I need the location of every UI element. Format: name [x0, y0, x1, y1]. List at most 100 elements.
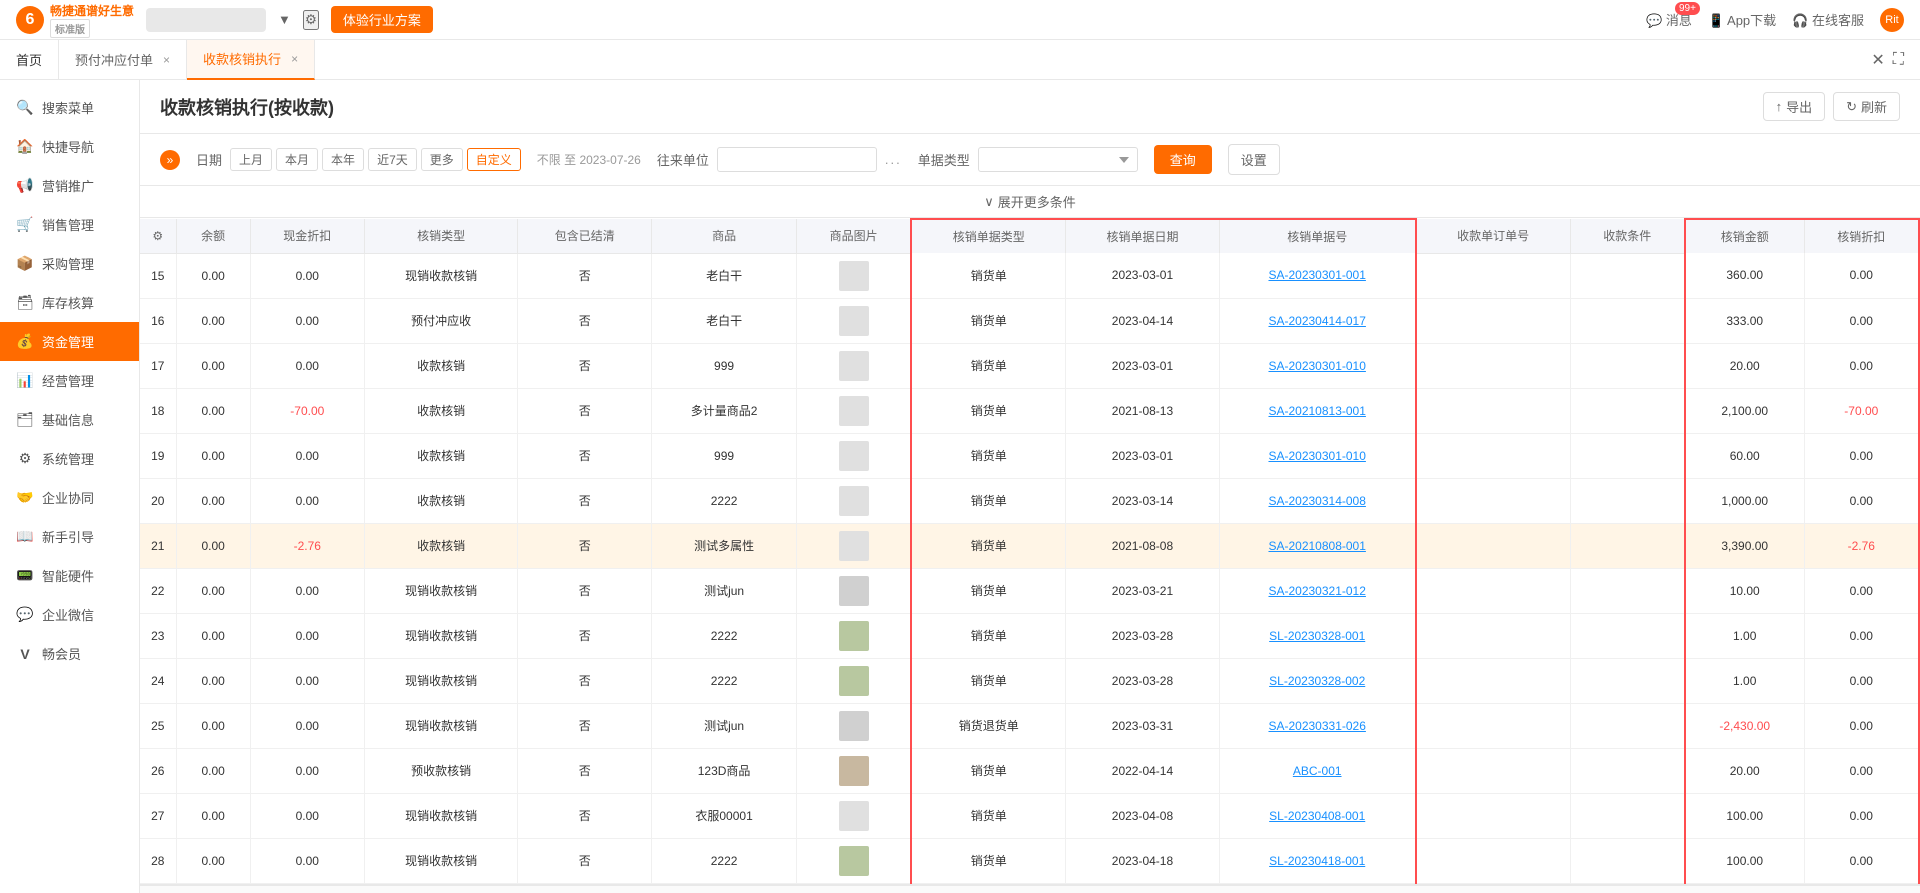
tab-prepay[interactable]: 预付冲应付单 ×	[59, 40, 187, 80]
finance-icon: 💰	[16, 333, 34, 350]
expand-conditions-btn[interactable]: ∨ 展开更多条件	[984, 192, 1076, 211]
bill-no-link[interactable]: SA-20230331-026	[1268, 719, 1365, 733]
cell-verify-bill-no[interactable]: SA-20230301-010	[1219, 343, 1415, 388]
bill-no-link[interactable]: SA-20230301-001	[1268, 268, 1365, 282]
this-year-btn[interactable]: 本年	[322, 148, 364, 171]
bill-no-link[interactable]: SA-20230321-012	[1268, 584, 1365, 598]
this-month-btn[interactable]: 本月	[276, 148, 318, 171]
bill-no-link[interactable]: SL-20230418-001	[1269, 854, 1365, 868]
cell-verify-bill-no[interactable]: SL-20230418-001	[1219, 838, 1415, 883]
bill-no-link[interactable]: SA-20230414-017	[1268, 314, 1365, 328]
sidebar-item-guide[interactable]: 📖 新手引导	[0, 517, 139, 556]
cell-verify-bill-no[interactable]: SA-20230301-001	[1219, 253, 1415, 298]
sidebar-item-purchase[interactable]: 📦 采购管理	[0, 244, 139, 283]
cell-verify-bill-no[interactable]: SA-20230414-017	[1219, 298, 1415, 343]
sidebar-item-inventory[interactable]: 🗃 库存核算	[0, 283, 139, 322]
wechat-icon: 💬	[16, 606, 34, 623]
counterpart-input[interactable]	[717, 147, 877, 172]
cell-goods-img	[796, 703, 911, 748]
bill-no-link[interactable]: SA-20230301-010	[1268, 449, 1365, 463]
table-row: 230.000.00现销收款核销否2222销货单2023-03-28SL-202…	[140, 613, 1919, 658]
cell-verify-type: 现销收款核销	[364, 703, 518, 748]
th-balance: 余额	[176, 219, 250, 253]
bill-no-link[interactable]: SA-20230301-010	[1268, 359, 1365, 373]
tab-prepay-close[interactable]: ×	[163, 53, 170, 67]
cell-verify-bill-no[interactable]: SA-20210813-001	[1219, 388, 1415, 433]
refresh-btn[interactable]: ↻ 刷新	[1833, 92, 1900, 121]
sidebar-item-finance[interactable]: 💰 资金管理	[0, 322, 139, 361]
sidebar-item-system[interactable]: ⚙ 系统管理	[0, 439, 139, 478]
export-btn[interactable]: ↑ 导出	[1763, 92, 1826, 121]
cell-verify-bill-no[interactable]: SA-20230321-012	[1219, 568, 1415, 613]
cell-verify-bill-no[interactable]: SL-20230328-002	[1219, 658, 1415, 703]
th-settings[interactable]: ⚙	[140, 219, 176, 253]
counterpart-more-icon[interactable]: ...	[885, 152, 902, 167]
sidebar-item-hardware[interactable]: 📟 智能硬件	[0, 556, 139, 595]
maximize-tab-btn[interactable]: ⛶	[1893, 51, 1904, 69]
search-btn[interactable]: 查询	[1154, 145, 1212, 174]
cell-verify-bill-type: 销货单	[911, 793, 1065, 838]
sidebar-item-quick[interactable]: 🏠 快捷导航	[0, 127, 139, 166]
cell-verify-bill-no[interactable]: SL-20230328-001	[1219, 613, 1415, 658]
voucher-type-label: 单据类型	[918, 150, 970, 169]
app-download-btn[interactable]: 📱 App下载	[1708, 10, 1776, 29]
dropdown-arrow[interactable]: ▼	[278, 12, 291, 27]
cell-verify-bill-no[interactable]: ABC-001	[1219, 748, 1415, 793]
cell-verify-bill-no[interactable]: SL-20230408-001	[1219, 793, 1415, 838]
table-container[interactable]: ⚙ 余额 现金折扣 核销类型 包含已结清 商品 商品图片 核销单据类型 核销单据…	[140, 218, 1920, 893]
sidebar-item-search[interactable]: 🔍 搜索菜单	[0, 88, 139, 127]
trial-btn[interactable]: 体验行业方案	[331, 6, 433, 33]
search-icon: 🔍	[16, 99, 34, 116]
last-month-btn[interactable]: 上月	[230, 148, 272, 171]
th-receipt-condition: 收款条件	[1570, 219, 1685, 253]
sidebar-item-sales[interactable]: 🛒 销售管理	[0, 205, 139, 244]
custom-date-btn[interactable]: 自定义	[467, 148, 521, 171]
online-service-btn[interactable]: 🎧 在线客服	[1792, 10, 1864, 29]
voucher-type-select[interactable]	[978, 147, 1138, 172]
sidebar-item-basic[interactable]: 🗂 基础信息	[0, 400, 139, 439]
tab-verify-close[interactable]: ×	[291, 52, 298, 66]
sidebar-item-wechat[interactable]: 💬 企业微信	[0, 595, 139, 634]
bill-no-link[interactable]: SL-20230328-001	[1269, 629, 1365, 643]
cell-verify-bill-type: 销货单	[911, 748, 1065, 793]
cell-verify-bill-no[interactable]: SA-20230301-010	[1219, 433, 1415, 478]
bill-no-link[interactable]: SA-20210808-001	[1268, 539, 1365, 553]
column-settings-icon[interactable]: ⚙	[152, 229, 163, 243]
tab-bar: 首页 预付冲应付单 × 收款核销执行 × ✕ ⛶	[0, 40, 1920, 80]
settings-gear-btn[interactable]: ⚙	[303, 10, 319, 30]
sidebar-item-operations[interactable]: 📊 经营管理	[0, 361, 139, 400]
row-no: 25	[140, 703, 176, 748]
cell-included: 否	[518, 478, 652, 523]
cell-included: 否	[518, 838, 652, 883]
cell-receipt-condition	[1570, 523, 1685, 568]
table-row: 220.000.00现销收款核销否测试jun销货单2023-03-21SA-20…	[140, 568, 1919, 613]
cell-verify-bill-no[interactable]: SA-20230331-026	[1219, 703, 1415, 748]
more-date-btn[interactable]: 更多	[421, 148, 463, 171]
user-avatar[interactable]: Rit	[1880, 8, 1904, 32]
cell-included: 否	[518, 568, 652, 613]
bill-no-link[interactable]: SA-20210813-001	[1268, 404, 1365, 418]
cell-included: 否	[518, 343, 652, 388]
sidebar-label-sales: 销售管理	[42, 215, 94, 234]
last-7days-btn[interactable]: 近7天	[368, 148, 417, 171]
close-tab-btn[interactable]: ✕	[1871, 50, 1884, 70]
filter-settings-btn[interactable]: 设置	[1228, 144, 1280, 175]
tab-verify[interactable]: 收款核销执行 ×	[187, 40, 315, 80]
search-bar[interactable]	[146, 8, 266, 32]
cell-receipt-condition	[1570, 433, 1685, 478]
message-btn[interactable]: 💬 消息 99+	[1646, 10, 1692, 29]
cell-verify-type: 预收款核销	[364, 748, 518, 793]
tab-home[interactable]: 首页	[0, 40, 59, 80]
sidebar-item-member[interactable]: V 畅会员	[0, 634, 139, 673]
sales-icon: 🛒	[16, 216, 34, 233]
cell-verify-bill-no[interactable]: SA-20230314-008	[1219, 478, 1415, 523]
cell-verify-bill-no[interactable]: SA-20210808-001	[1219, 523, 1415, 568]
bill-no-link[interactable]: SL-20230328-002	[1269, 674, 1365, 688]
sidebar-item-enterprise[interactable]: 🤝 企业协同	[0, 478, 139, 517]
cell-goods-img	[796, 568, 911, 613]
bill-no-link[interactable]: SL-20230408-001	[1269, 809, 1365, 823]
expand-toggle-btn[interactable]: »	[160, 150, 180, 170]
bill-no-link[interactable]: ABC-001	[1293, 764, 1342, 778]
sidebar-item-marketing[interactable]: 📢 营销推广	[0, 166, 139, 205]
bill-no-link[interactable]: SA-20230314-008	[1268, 494, 1365, 508]
